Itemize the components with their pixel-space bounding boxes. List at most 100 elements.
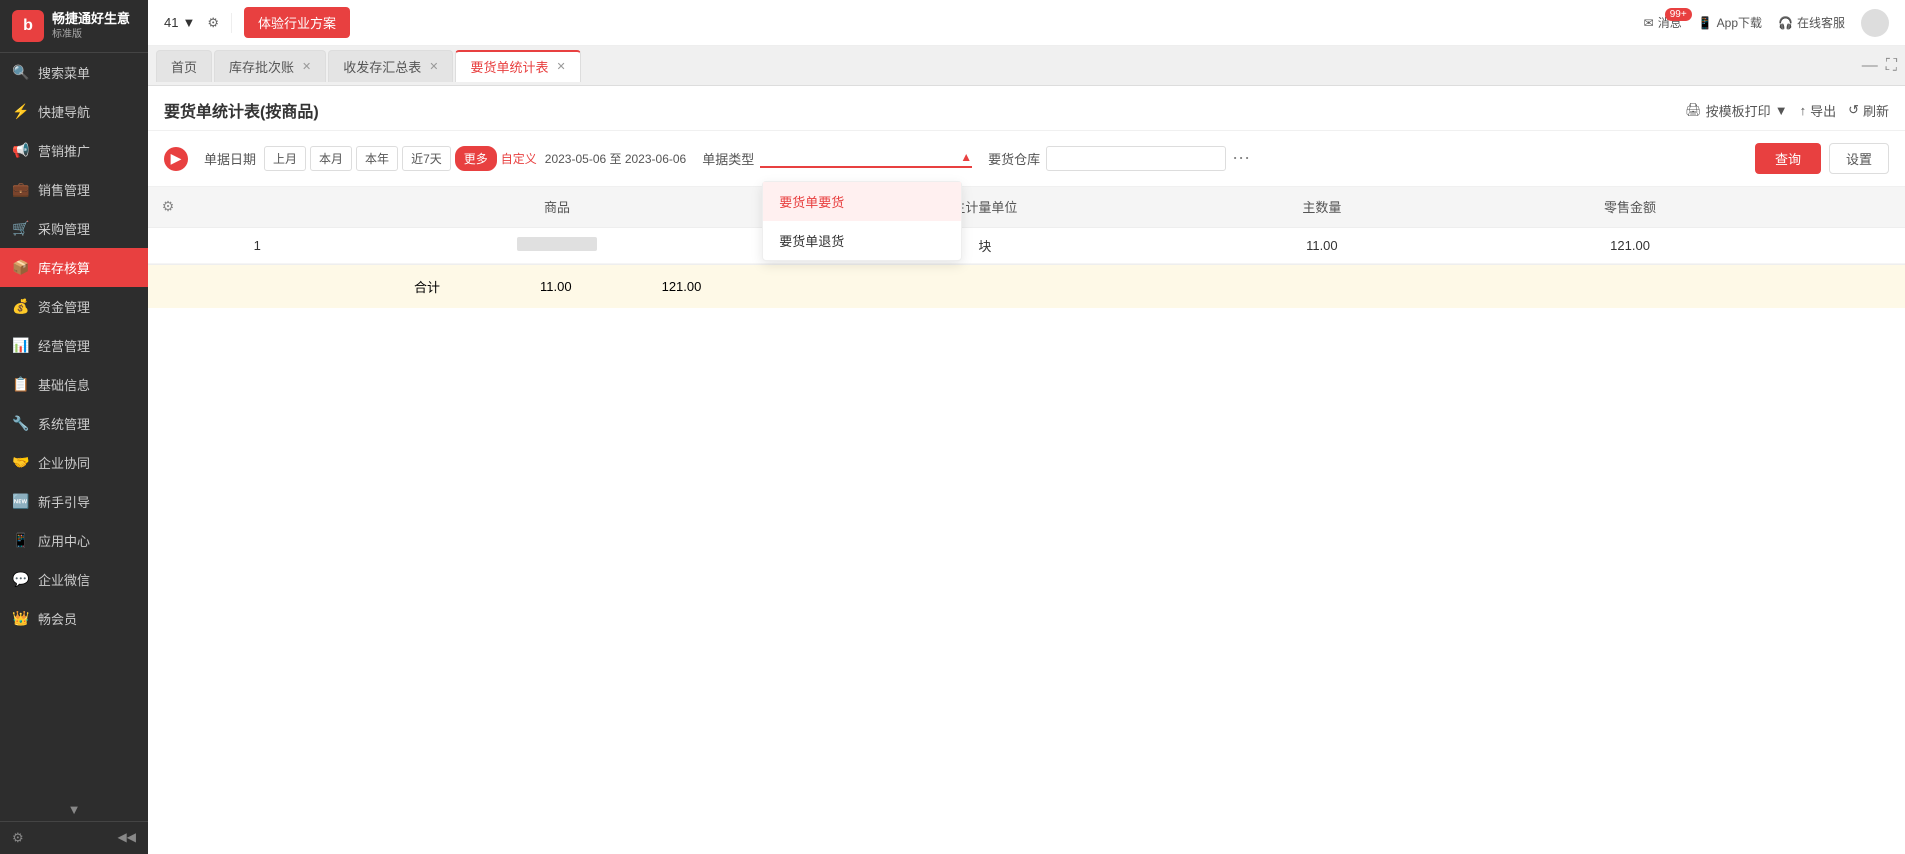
topbar: 41 ▼ ⚙ 体验行业方案 ✉ 消息 99+ 📱 App下载 🎧 在线客服 — [148, 0, 1905, 46]
nav-icon-operation: 📊 — [12, 337, 30, 355]
nav-icon-marketing: 📢 — [12, 142, 30, 160]
sidebar-item-inventory[interactable]: 📦 库存核算 — [0, 248, 148, 287]
product-name-placeholder — [517, 237, 597, 251]
total-label: 合计 — [414, 277, 440, 296]
nav-icon-finance: 💰 — [12, 298, 30, 316]
nav-label-purchase: 采购管理 — [38, 219, 90, 238]
nav-label-basic-info: 基础信息 — [38, 375, 90, 394]
type-filter-input[interactable] — [760, 149, 960, 164]
table-footer: 合计 11.00 121.00 — [148, 264, 1905, 308]
nav-label-enterprise: 企业协同 — [38, 453, 90, 472]
tab-inventory-batch[interactable]: 库存批次账 ✕ — [214, 50, 326, 82]
date-btn-custom[interactable]: 自定义 — [501, 150, 537, 167]
page-actions: 🖨 按模板打印 ▼ ↑ 导出 ↺ 刷新 — [1685, 101, 1889, 120]
nav-icon-inventory: 📦 — [12, 259, 30, 277]
warehouse-filter-group: 要货仓库 ⋯ — [988, 146, 1250, 171]
online-service-label: 在线客服 — [1797, 14, 1845, 31]
sidebar-item-wechat[interactable]: 💬 企业微信 — [0, 560, 148, 599]
set-btn[interactable]: 设置 — [1829, 143, 1889, 174]
tab-inventory-batch-close[interactable]: ✕ — [302, 60, 311, 73]
date-filter-label: 单据日期 — [204, 149, 256, 168]
nav-icon-enterprise: 🤝 — [12, 454, 30, 472]
refresh-btn[interactable]: ↺ 刷新 — [1848, 101, 1889, 120]
sidebar-item-app-center[interactable]: 📱 应用中心 — [0, 521, 148, 560]
print-label: 按模板打印 — [1706, 101, 1771, 120]
warehouse-more-btn[interactable]: ⋯ — [1232, 148, 1250, 169]
nav-label-finance: 资金管理 — [38, 297, 90, 316]
topbar-divider — [231, 13, 232, 33]
nav-label-sales: 销售管理 — [38, 180, 90, 199]
date-btn-7days[interactable]: 近7天 — [402, 146, 451, 171]
dropdown-item-requisition-order[interactable]: 要货单要货 — [763, 182, 961, 221]
sidebar-item-marketing[interactable]: 📢 营销推广 — [0, 131, 148, 170]
sidebar-item-guide[interactable]: 🆕 新手引导 — [0, 482, 148, 521]
th-settings[interactable]: ⚙ — [148, 187, 188, 227]
tab-requisition-stats[interactable]: 要货单统计表 ✕ — [455, 50, 580, 82]
nav-label-search: 搜索菜单 — [38, 63, 90, 82]
nav-label-operation: 经营管理 — [38, 336, 90, 355]
nav-icon-member: 👑 — [12, 610, 30, 628]
date-btn-this-year[interactable]: 本年 — [356, 146, 398, 171]
settings-icon[interactable]: ⚙ — [207, 15, 219, 31]
table-body: 1 块 11.00 121.00 — [148, 227, 1905, 263]
sidebar-nav: 🔍 搜索菜单 ⚡ 快捷导航 📢 营销推广 💼 销售管理 🛒 采购管理 📦 库存核… — [0, 53, 148, 798]
message-icon: ✉ — [1644, 16, 1654, 30]
nav-label-wechat: 企业微信 — [38, 570, 90, 589]
app-version: 标准版 — [52, 28, 130, 42]
sidebar-item-operation[interactable]: 📊 经营管理 — [0, 326, 148, 365]
sidebar-item-purchase[interactable]: 🛒 采购管理 — [0, 209, 148, 248]
nav-icon-basic-info: 📋 — [12, 376, 30, 394]
type-filter-chevron[interactable]: ▲ — [960, 150, 972, 164]
store-number: 41 — [164, 15, 178, 30]
sidebar-item-basic-info[interactable]: 📋 基础信息 — [0, 365, 148, 404]
store-selector[interactable]: 41 ▼ — [164, 15, 195, 30]
td-quantity: 11.00 — [1182, 227, 1461, 263]
date-btn-last-month[interactable]: 上月 — [264, 146, 306, 171]
print-btn[interactable]: 🖨 按模板打印 ▼ — [1685, 101, 1787, 120]
tab-requisition-stats-close[interactable]: ✕ — [557, 60, 566, 73]
page-header: 要货单统计表(按商品) 🖨 按模板打印 ▼ ↑ 导出 ↺ 刷新 — [148, 86, 1905, 131]
store-dropdown-icon: ▼ — [182, 15, 195, 30]
sidebar-item-system[interactable]: 🔧 系统管理 — [0, 404, 148, 443]
th-quantity: 主数量 — [1182, 187, 1461, 227]
export-btn[interactable]: ↑ 导出 — [1800, 101, 1837, 120]
nav-icon-wechat: 💬 — [12, 571, 30, 589]
sidebar-scroll-down[interactable]: ▼ — [0, 798, 148, 821]
user-avatar[interactable] — [1861, 9, 1889, 37]
query-btn[interactable]: 查询 — [1755, 143, 1821, 174]
warehouse-filter-input[interactable] — [1046, 146, 1226, 171]
filter-expand-btn[interactable]: ▶ — [164, 147, 188, 171]
messages-btn[interactable]: ✉ 消息 99+ — [1644, 14, 1682, 31]
tab-minimize-icon[interactable]: — — [1862, 57, 1878, 75]
main-area: 41 ▼ ⚙ 体验行业方案 ✉ 消息 99+ 📱 App下载 🎧 在线客服 — [148, 0, 1905, 854]
sidebar-collapse-icon[interactable]: ◀◀ — [118, 830, 136, 846]
nav-icon-guide: 🆕 — [12, 493, 30, 511]
tabs-controls: — ⛶ — [1862, 57, 1897, 75]
print-icon: 🖨 — [1685, 102, 1702, 118]
date-btn-more[interactable]: 更多 — [455, 146, 497, 171]
tab-expand-icon[interactable]: ⛶ — [1886, 57, 1897, 75]
sidebar-item-member[interactable]: 👑 畅会员 — [0, 599, 148, 638]
th-amount: 零售金额 — [1462, 187, 1799, 227]
sidebar-item-quick-nav[interactable]: ⚡ 快捷导航 — [0, 92, 148, 131]
table-settings-icon[interactable]: ⚙ — [162, 198, 175, 214]
date-filter-group: 单据日期 上月 本月 本年 近7天 更多 自定义 2023-05-06 至 20… — [204, 146, 686, 171]
sidebar-item-search[interactable]: 🔍 搜索菜单 — [0, 53, 148, 92]
type-filter-wrapper: ▲ — [760, 149, 972, 168]
nav-icon-quick-nav: ⚡ — [12, 103, 30, 121]
nav-label-inventory: 库存核算 — [38, 258, 90, 277]
td-checkbox — [148, 227, 188, 263]
sidebar-item-finance[interactable]: 💰 资金管理 — [0, 287, 148, 326]
online-service-btn[interactable]: 🎧 在线客服 — [1778, 14, 1845, 31]
tab-receive-summary[interactable]: 收发存汇总表 ✕ — [328, 50, 453, 82]
date-btn-this-month[interactable]: 本月 — [310, 146, 352, 171]
filter-bar: ▶ 单据日期 上月 本月 本年 近7天 更多 自定义 2023-05-06 至 … — [148, 131, 1905, 187]
industry-btn[interactable]: 体验行业方案 — [244, 7, 350, 38]
sidebar-item-enterprise[interactable]: 🤝 企业协同 — [0, 443, 148, 482]
tab-receive-summary-close[interactable]: ✕ — [429, 60, 438, 73]
app-download-btn[interactable]: 📱 App下载 — [1698, 14, 1762, 31]
dropdown-item-requisition-return[interactable]: 要货单退货 — [763, 221, 961, 260]
sidebar-settings-icon[interactable]: ⚙ — [12, 830, 24, 846]
tab-home[interactable]: 首页 — [156, 50, 212, 82]
sidebar-item-sales[interactable]: 💼 销售管理 — [0, 170, 148, 209]
